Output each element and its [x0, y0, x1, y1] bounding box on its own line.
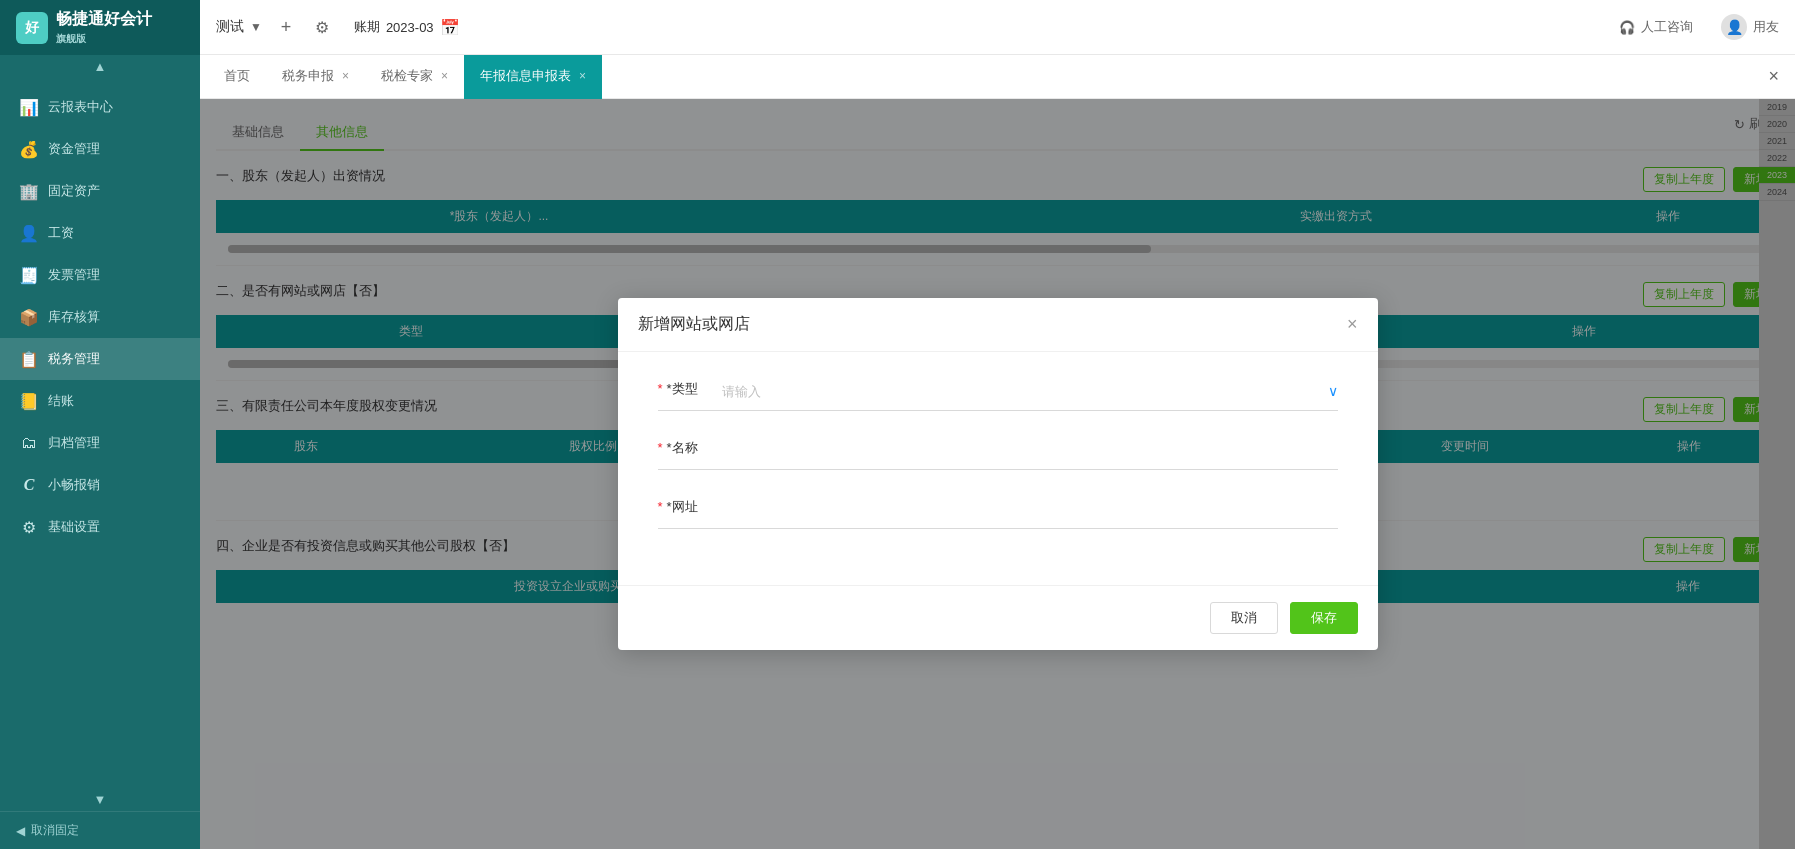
close-all-tabs-button[interactable]: ×: [1760, 66, 1787, 87]
add-company-button[interactable]: +: [274, 15, 298, 39]
calendar-icon[interactable]: 📅: [440, 18, 460, 37]
url-label: **网址: [658, 498, 698, 516]
tab-home[interactable]: 首页: [208, 55, 266, 99]
app-logo: 好 畅捷通好会计 旗舰版: [0, 0, 200, 55]
guidang-icon: 🗂: [20, 434, 38, 452]
xiaochang-icon: C: [20, 476, 38, 494]
period-value: 2023-03: [386, 20, 434, 35]
tab-shuiwu-shenb[interactable]: 税务申报 ×: [266, 55, 365, 99]
sidebar-item-jiezhang[interactable]: 📒 结账: [0, 380, 200, 422]
gongzi-icon: 👤: [20, 224, 38, 242]
modal-overlay: 新增网站或网店 × **类型 ∨: [200, 99, 1795, 849]
sidebar-item-kucun[interactable]: 📦 库存核算: [0, 296, 200, 338]
tab-nianbao[interactable]: 年报信息申报表 ×: [464, 55, 602, 99]
sidebar-scroll-down[interactable]: ▼: [0, 788, 200, 811]
sidebar-item-guidang[interactable]: 🗂 归档管理: [0, 422, 200, 464]
zijin-icon: 💰: [20, 140, 38, 158]
company-dropdown-arrow: ▼: [250, 20, 262, 34]
page-content: 基础信息 其他信息 ↻ 刷新 复制上年度 新增 一、股东（发起人: [200, 99, 1795, 849]
type-dropdown-arrow[interactable]: ∨: [1328, 383, 1338, 399]
sidebar: 好 畅捷通好会计 旗舰版 ▲ 📊 云报表中心 💰 资金管理 🏢 固定资产 👤: [0, 0, 200, 849]
modal-body: **类型 ∨ **名称: [618, 352, 1378, 585]
jiezhang-icon: 📒: [20, 392, 38, 410]
user-avatar: 👤: [1721, 14, 1747, 40]
tab-shuijian[interactable]: 税检专家 ×: [365, 55, 464, 99]
modal-footer: 取消 保存: [618, 585, 1378, 650]
period-label: 账期: [354, 18, 380, 36]
type-input[interactable]: [722, 384, 1320, 399]
name-label: **名称: [658, 439, 698, 457]
sidebar-item-gudingzichan[interactable]: 🏢 固定资产: [0, 170, 200, 212]
modal-add-website: 新增网站或网店 × **类型 ∨: [618, 298, 1378, 650]
sidebar-unpin-footer[interactable]: ◀ 取消固定: [0, 811, 200, 849]
sidebar-item-xiaochang[interactable]: C 小畅报销: [0, 464, 200, 506]
tab-close-nianbao[interactable]: ×: [579, 69, 586, 83]
modal-close-button[interactable]: ×: [1347, 314, 1358, 335]
tab-close-shuijian[interactable]: ×: [441, 69, 448, 83]
company-selector[interactable]: 测试 ▼: [216, 18, 262, 36]
main-content: 测试 ▼ + ⚙ 账期 2023-03 📅 🎧 人工咨询 👤 用友: [200, 0, 1795, 849]
modal-title: 新增网站或网店: [638, 314, 750, 335]
tabs-bar: 首页 税务申报 × 税检专家 × 年报信息申报表 × ×: [200, 55, 1795, 99]
service-icon: 🎧: [1619, 20, 1635, 35]
fapiao-icon: 🧾: [20, 266, 38, 284]
cancel-button[interactable]: 取消: [1210, 602, 1278, 634]
save-button[interactable]: 保存: [1290, 602, 1358, 634]
yunbaobiao-icon: 📊: [20, 98, 38, 116]
kucun-icon: 📦: [20, 308, 38, 326]
form-item-url: **网址: [658, 498, 1338, 529]
shuiwu-icon: 📋: [20, 350, 38, 368]
sidebar-nav: 📊 云报表中心 💰 资金管理 🏢 固定资产 👤 工资 🧾 发票管理 📦: [0, 78, 200, 788]
logo-text: 畅捷通好会计 旗舰版: [56, 9, 152, 46]
logo-icon: 好: [16, 12, 48, 44]
settings-button[interactable]: ⚙: [310, 15, 334, 39]
sidebar-scroll-up[interactable]: ▲: [0, 55, 200, 78]
sidebar-item-jichu[interactable]: ⚙ 基础设置: [0, 506, 200, 548]
company-name: 测试: [216, 18, 244, 36]
form-item-name: **名称: [658, 439, 1338, 470]
sidebar-item-fapiao[interactable]: 🧾 发票管理: [0, 254, 200, 296]
jichu-icon: ⚙: [20, 518, 38, 536]
form-row-url: **网址: [658, 498, 1338, 529]
gudingzichan-icon: 🏢: [20, 182, 38, 200]
service-button[interactable]: 🎧 人工咨询: [1619, 18, 1693, 36]
user-menu[interactable]: 👤 用友: [1721, 14, 1779, 40]
modal-header: 新增网站或网店 ×: [618, 298, 1378, 352]
sidebar-item-yunbaobiao[interactable]: 📊 云报表中心: [0, 86, 200, 128]
form-item-type: **类型 ∨: [658, 380, 1338, 411]
form-row-type: **类型 ∨: [658, 380, 1338, 411]
form-row-name: **名称: [658, 439, 1338, 470]
name-input[interactable]: [722, 443, 1338, 458]
sidebar-item-gongzi[interactable]: 👤 工资: [0, 212, 200, 254]
period-display: 账期 2023-03 📅: [354, 18, 460, 37]
tab-close-shuiwu[interactable]: ×: [342, 69, 349, 83]
type-label: **类型: [658, 380, 698, 398]
sidebar-item-zijin[interactable]: 💰 资金管理: [0, 128, 200, 170]
url-input[interactable]: [722, 502, 1338, 517]
topbar: 测试 ▼ + ⚙ 账期 2023-03 📅 🎧 人工咨询 👤 用友: [200, 0, 1795, 55]
unpin-icon: ◀: [16, 824, 25, 838]
sidebar-item-shuiwu[interactable]: 📋 税务管理: [0, 338, 200, 380]
